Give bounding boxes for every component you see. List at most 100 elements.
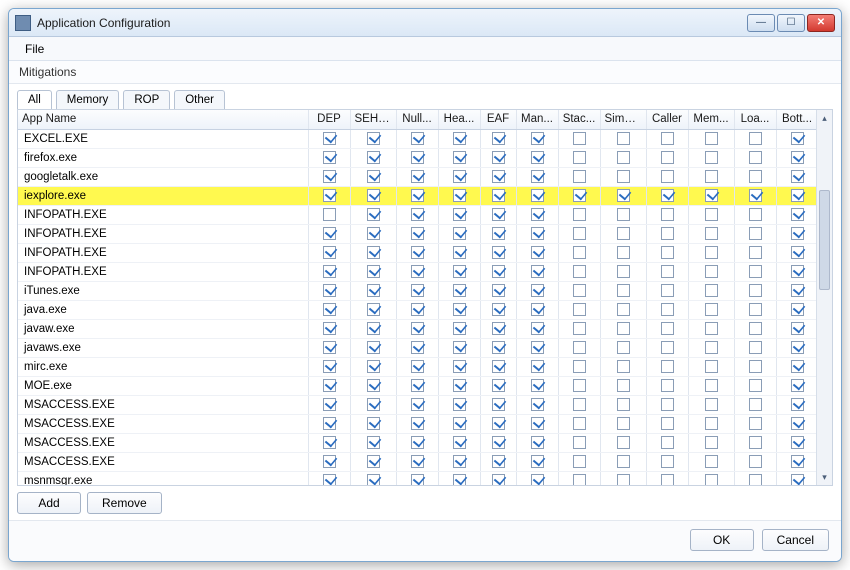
checkbox-icon[interactable] <box>661 436 674 449</box>
mitigation-cell[interactable] <box>396 395 438 414</box>
mitigation-cell[interactable] <box>688 281 734 300</box>
checkbox-icon[interactable] <box>531 170 544 183</box>
checkbox-icon[interactable] <box>367 474 380 485</box>
mitigation-cell[interactable] <box>646 186 688 205</box>
menu-file[interactable]: File <box>17 39 52 59</box>
mitigation-cell[interactable] <box>438 243 480 262</box>
mitigation-cell[interactable] <box>480 319 516 338</box>
checkbox-icon[interactable] <box>367 341 380 354</box>
table-row[interactable]: INFOPATH.EXE <box>18 224 816 243</box>
mitigation-cell[interactable] <box>688 129 734 148</box>
checkbox-icon[interactable] <box>617 227 630 240</box>
checkbox-icon[interactable] <box>531 227 544 240</box>
mitigation-cell[interactable] <box>600 129 646 148</box>
checkbox-icon[interactable] <box>453 322 466 335</box>
mitigation-cell[interactable] <box>438 452 480 471</box>
mitigation-cell[interactable] <box>350 148 396 167</box>
checkbox-icon[interactable] <box>661 455 674 468</box>
checkbox-icon[interactable] <box>661 398 674 411</box>
mitigation-cell[interactable] <box>600 338 646 357</box>
checkbox-icon[interactable] <box>749 436 762 449</box>
mitigation-cell[interactable] <box>396 319 438 338</box>
checkbox-icon[interactable] <box>573 379 586 392</box>
table-row[interactable]: MSACCESS.EXE <box>18 433 816 452</box>
mitigation-cell[interactable] <box>438 281 480 300</box>
checkbox-icon[interactable] <box>531 341 544 354</box>
mitigation-cell[interactable] <box>688 338 734 357</box>
mitigation-cell[interactable] <box>734 129 776 148</box>
remove-button[interactable]: Remove <box>87 492 162 514</box>
mitigation-cell[interactable] <box>646 300 688 319</box>
mitigation-cell[interactable] <box>350 186 396 205</box>
column-header[interactable]: Loa... <box>734 110 776 129</box>
checkbox-icon[interactable] <box>617 189 630 202</box>
mitigation-cell[interactable] <box>480 338 516 357</box>
mitigation-cell[interactable] <box>558 224 600 243</box>
mitigation-cell[interactable] <box>480 376 516 395</box>
checkbox-icon[interactable] <box>492 436 505 449</box>
checkbox-icon[interactable] <box>661 189 674 202</box>
mitigation-cell[interactable] <box>688 395 734 414</box>
checkbox-icon[interactable] <box>791 170 804 183</box>
mitigation-cell[interactable] <box>308 395 350 414</box>
tab-all[interactable]: All <box>17 90 52 109</box>
mitigation-cell[interactable] <box>396 281 438 300</box>
mitigation-cell[interactable] <box>734 148 776 167</box>
checkbox-icon[interactable] <box>791 474 804 485</box>
column-header[interactable]: Mem... <box>688 110 734 129</box>
checkbox-icon[interactable] <box>323 398 336 411</box>
checkbox-icon[interactable] <box>749 246 762 259</box>
mitigation-cell[interactable] <box>350 224 396 243</box>
checkbox-icon[interactable] <box>705 436 718 449</box>
mitigation-cell[interactable] <box>308 262 350 281</box>
column-header[interactable]: Bott... <box>776 110 816 129</box>
mitigation-cell[interactable] <box>396 186 438 205</box>
mitigation-cell[interactable] <box>350 433 396 452</box>
mitigation-cell[interactable] <box>308 243 350 262</box>
checkbox-icon[interactable] <box>791 151 804 164</box>
checkbox-icon[interactable] <box>367 189 380 202</box>
mitigation-cell[interactable] <box>350 281 396 300</box>
mitigation-cell[interactable] <box>350 319 396 338</box>
mitigation-cell[interactable] <box>688 262 734 281</box>
checkbox-icon[interactable] <box>705 322 718 335</box>
mitigation-cell[interactable] <box>600 300 646 319</box>
mitigation-cell[interactable] <box>776 319 816 338</box>
checkbox-icon[interactable] <box>531 379 544 392</box>
mitigation-cell[interactable] <box>350 395 396 414</box>
mitigation-cell[interactable] <box>646 338 688 357</box>
mitigation-cell[interactable] <box>688 167 734 186</box>
checkbox-icon[interactable] <box>453 265 466 278</box>
mitigation-cell[interactable] <box>688 186 734 205</box>
mitigation-cell[interactable] <box>480 205 516 224</box>
checkbox-icon[interactable] <box>705 455 718 468</box>
mitigation-cell[interactable] <box>438 357 480 376</box>
checkbox-icon[interactable] <box>492 360 505 373</box>
checkbox-icon[interactable] <box>411 379 424 392</box>
checkbox-icon[interactable] <box>705 474 718 485</box>
checkbox-icon[interactable] <box>367 436 380 449</box>
checkbox-icon[interactable] <box>367 170 380 183</box>
mitigation-cell[interactable] <box>438 433 480 452</box>
mitigation-cell[interactable] <box>350 414 396 433</box>
table-row[interactable]: iexplore.exe <box>18 186 816 205</box>
checkbox-icon[interactable] <box>323 474 336 485</box>
mitigation-cell[interactable] <box>688 357 734 376</box>
checkbox-icon[interactable] <box>531 360 544 373</box>
mitigation-cell[interactable] <box>516 281 558 300</box>
checkbox-icon[interactable] <box>749 265 762 278</box>
checkbox-icon[interactable] <box>411 341 424 354</box>
checkbox-icon[interactable] <box>531 189 544 202</box>
mitigation-cell[interactable] <box>600 148 646 167</box>
checkbox-icon[interactable] <box>705 246 718 259</box>
mitigation-cell[interactable] <box>646 243 688 262</box>
checkbox-icon[interactable] <box>661 132 674 145</box>
checkbox-icon[interactable] <box>323 284 336 297</box>
checkbox-icon[interactable] <box>661 227 674 240</box>
checkbox-icon[interactable] <box>661 341 674 354</box>
mitigation-cell[interactable] <box>516 167 558 186</box>
mitigation-cell[interactable] <box>776 338 816 357</box>
checkbox-icon[interactable] <box>411 436 424 449</box>
checkbox-icon[interactable] <box>749 360 762 373</box>
mitigation-cell[interactable] <box>558 376 600 395</box>
